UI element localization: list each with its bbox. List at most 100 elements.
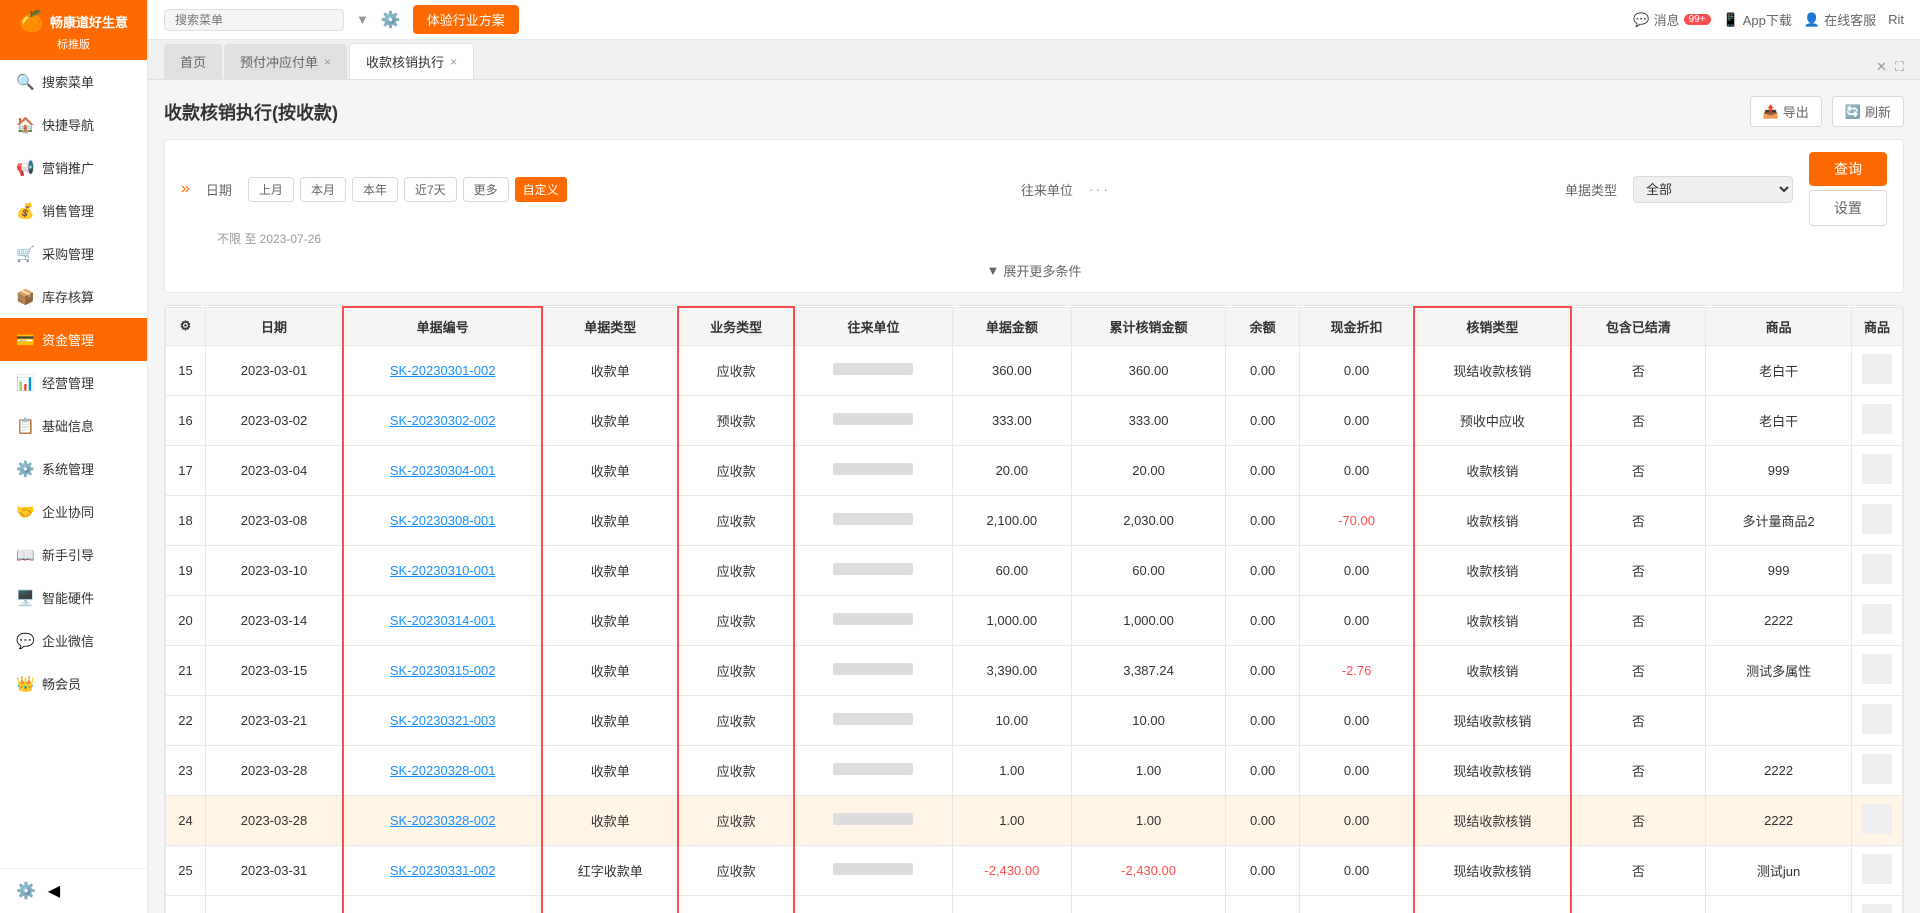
query-button[interactable]: 查询: [1809, 152, 1887, 186]
app-logo: 🍊 畅康道好生意 标推版: [0, 0, 147, 60]
cell-biz-type: 应收款: [678, 346, 794, 396]
sidebar-item-search[interactable]: 🔍 搜索菜单: [0, 60, 147, 103]
sidebar-item-weixin[interactable]: 💬 企业微信: [0, 619, 147, 662]
doc-no-link[interactable]: SK-20230321-003: [390, 713, 496, 728]
cell-doc-type: 收款单: [542, 696, 678, 746]
th-doc-type: 单据类型: [542, 307, 678, 346]
app-sub: 标推版: [57, 36, 90, 52]
sidebar-item-marketing[interactable]: 📢 营销推广: [0, 146, 147, 189]
tab2-close[interactable]: ×: [450, 55, 457, 69]
th-config[interactable]: ⚙: [166, 307, 206, 346]
doc-no-link[interactable]: SK-20230314-001: [390, 613, 496, 628]
cell-serial: 26: [166, 896, 206, 913]
sidebar-item-member[interactable]: 👑 畅会员: [0, 662, 147, 705]
doc-no-link[interactable]: SK-20230331-002: [390, 863, 496, 878]
cell-verify-type: 预收中应收: [1414, 396, 1570, 446]
filter-more[interactable]: 更多: [463, 177, 509, 202]
tab1-close[interactable]: ×: [324, 55, 331, 69]
doc-no-link[interactable]: SK-20230315-002: [390, 663, 496, 678]
cell-partner: [794, 496, 953, 546]
page-content: 收款核销执行(按收款) 📤 导出 🔄 刷新 » 日期 上月 本月: [148, 80, 1920, 913]
filter-last7days[interactable]: 近7天: [404, 177, 457, 202]
filter-last-month[interactable]: 上月: [248, 177, 294, 202]
expand-conditions-button[interactable]: ▼ 展开更多条件: [987, 261, 1082, 280]
sidebar-item-inventory[interactable]: 📦 库存核算: [0, 275, 147, 318]
marketing-icon: 📢: [16, 159, 34, 177]
cell-discount: -2.76: [1299, 646, 1414, 696]
sidebar-item-sales[interactable]: 💰 销售管理: [0, 189, 147, 232]
filter-doc-type-select[interactable]: 全部 收款单 红字收款单: [1633, 176, 1793, 203]
sidebar-item-operations[interactable]: 📊 经营管理: [0, 361, 147, 404]
cell-discount: 0.00: [1299, 346, 1414, 396]
sidebar-item-system[interactable]: ⚙️ 系统管理: [0, 447, 147, 490]
doc-no-link[interactable]: SK-20230301-002: [390, 363, 496, 378]
solution-button[interactable]: 体验行业方案: [413, 5, 519, 34]
filter-this-year[interactable]: 本年: [352, 177, 398, 202]
collapse-icon[interactable]: ◀: [48, 881, 60, 901]
cell-goods1: 2222: [1706, 796, 1852, 846]
filter-custom[interactable]: 自定义: [515, 177, 567, 202]
filter-this-month[interactable]: 本月: [300, 177, 346, 202]
sidebar-item-finance[interactable]: 💳 资金管理: [0, 318, 147, 361]
sidebar-label-operations: 经营管理: [42, 373, 94, 392]
filter-date-hint: 不限 至 2023-07-26: [217, 230, 1887, 247]
filter-settings-button[interactable]: 设置: [1809, 190, 1887, 226]
cell-date: 2023-03-15: [206, 646, 344, 696]
cell-goods2: [1852, 396, 1903, 446]
tab-home[interactable]: 首页: [164, 44, 222, 79]
tab-prepay[interactable]: 预付冲应付单 ×: [224, 44, 347, 79]
doc-no-link[interactable]: SK-20230310-001: [390, 563, 496, 578]
close-all-icon[interactable]: ✕: [1876, 59, 1887, 75]
gear-icon[interactable]: ⚙️: [381, 10, 401, 30]
system-icon: ⚙️: [16, 460, 34, 478]
sidebar-item-guide[interactable]: 📖 新手引导: [0, 533, 147, 576]
cell-included: 否: [1571, 346, 1706, 396]
sidebar-item-nav[interactable]: 🏠 快捷导航: [0, 103, 147, 146]
nav-search-input[interactable]: [164, 9, 344, 31]
cell-goods1: 999: [1706, 546, 1852, 596]
cell-accum: -2,430.00: [1071, 846, 1226, 896]
cell-accum: 2,030.00: [1071, 496, 1226, 546]
settings-icon[interactable]: ⚙️: [16, 881, 36, 901]
page-title: 收款核销执行(按收款): [164, 99, 338, 125]
purchase-icon: 🛒: [16, 245, 34, 263]
export-button[interactable]: 📤 导出: [1750, 96, 1822, 127]
doc-no-link[interactable]: SK-20230302-002: [390, 413, 496, 428]
cell-goods2: [1852, 546, 1903, 596]
doc-no-link[interactable]: SK-20230328-002: [390, 813, 496, 828]
refresh-button[interactable]: 🔄 刷新: [1832, 96, 1904, 127]
cell-goods2: [1852, 596, 1903, 646]
online-service-button[interactable]: 👤 在线客服: [1804, 10, 1876, 29]
doc-no-link[interactable]: SK-20230308-001: [390, 513, 496, 528]
doc-no-link[interactable]: SK-20230328-001: [390, 763, 496, 778]
cell-accum: 1.00: [1071, 796, 1226, 846]
filter-toggle-button[interactable]: »: [181, 180, 190, 198]
cell-partner: [794, 796, 953, 846]
messages-button[interactable]: 💬 消息 99+: [1633, 10, 1710, 29]
user-name: Rit: [1888, 12, 1904, 27]
fullscreen-icon[interactable]: ⛶: [1895, 59, 1904, 75]
sidebar: 🍊 畅康道好生意 标推版 🔍 搜索菜单 🏠 快捷导航 📢 营销推广 💰 销售管理…: [0, 0, 148, 913]
table-row: 15 2023-03-01 SK-20230301-002 收款单 应收款 36…: [166, 346, 1903, 396]
th-included: 包含已结清: [1571, 307, 1706, 346]
cell-balance: 0.00: [1226, 546, 1299, 596]
sidebar-item-basic-info[interactable]: 📋 基础信息: [0, 404, 147, 447]
tab-collection[interactable]: 收款核销执行 ×: [349, 43, 474, 79]
doc-no-link[interactable]: SK-20230304-001: [390, 463, 496, 478]
sidebar-item-hardware[interactable]: 🖥️ 智能硬件: [0, 576, 147, 619]
sidebar-item-purchase[interactable]: 🛒 采购管理: [0, 232, 147, 275]
cell-doc-type: 收款单: [542, 496, 678, 546]
tabs-actions: ✕ ⛶: [1876, 59, 1904, 79]
cell-amount: 2,100.00: [953, 496, 1072, 546]
user-button[interactable]: Rit: [1888, 12, 1904, 27]
app-download-button[interactable]: 📱 App下载: [1723, 10, 1792, 29]
cell-included: 否: [1571, 696, 1706, 746]
sidebar-item-collab[interactable]: 🤝 企业协同: [0, 490, 147, 533]
sidebar-label-guide: 新手引导: [42, 545, 94, 564]
tab-home-label: 首页: [180, 52, 206, 71]
table-row: 24 2023-03-28 SK-20230328-002 收款单 应收款 1.…: [166, 796, 1903, 846]
cell-partner: [794, 396, 953, 446]
member-icon: 👑: [16, 675, 34, 693]
sidebar-label-collab: 企业协同: [42, 502, 94, 521]
guide-icon: 📖: [16, 546, 34, 564]
